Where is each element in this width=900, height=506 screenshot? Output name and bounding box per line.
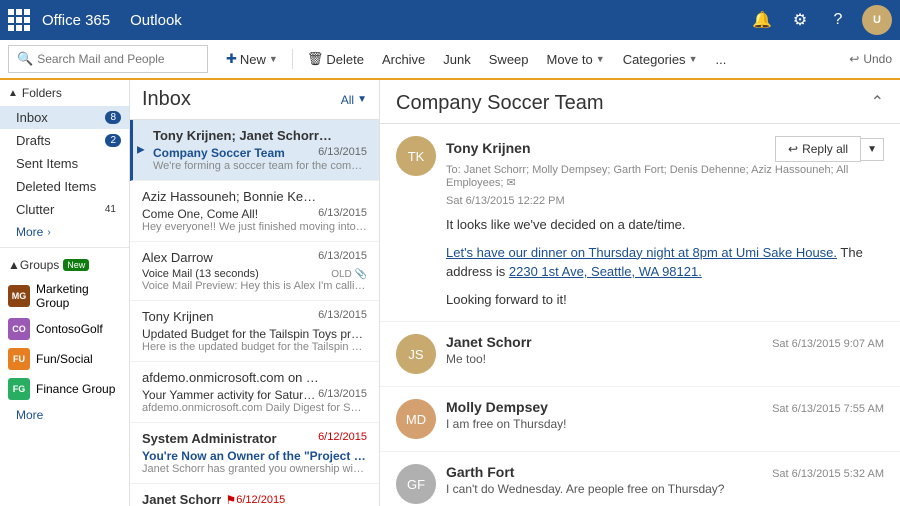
categories-button[interactable]: Categories ▼: [615, 44, 706, 74]
toolbar: 🔍 ✚ New ▼ 🗑 Delete Archive Junk Sweep Mo…: [0, 40, 900, 80]
sidebar-item-drafts[interactable]: Drafts 2: [0, 129, 129, 152]
group-item-contosogolf[interactable]: CO ContosoGolf: [0, 314, 129, 344]
email-arrow-icon: ▶: [137, 145, 145, 156]
sidebar-item-inbox[interactable]: Inbox 8: [0, 106, 129, 129]
main-layout: ▲ Folders Inbox 8 Drafts 2 Sent Items De…: [0, 80, 900, 506]
avatar[interactable]: U: [862, 5, 892, 35]
collapse-icon[interactable]: ⌃: [871, 92, 884, 112]
filter-caret-icon: ▼: [357, 94, 367, 105]
undo-icon: ↩: [849, 52, 859, 66]
reply-all-button[interactable]: ↩ Reply all: [775, 136, 861, 162]
msg-sender-row: Tony Krijnen ↩ Reply all ▼: [446, 136, 884, 162]
new-caret-icon: ▼: [269, 54, 278, 64]
avatar-molly: MD: [396, 399, 436, 439]
email-item[interactable]: afdemo.onmicrosoft.com on Yammer6/13/201…: [130, 362, 379, 423]
toolbar-divider: [292, 49, 293, 69]
reply-btn-area: ↩ Reply all ▼: [775, 136, 884, 162]
delete-button[interactable]: 🗑 Delete: [299, 44, 372, 74]
avatar-tony: TK: [396, 136, 436, 176]
junk-button[interactable]: Junk: [435, 44, 478, 74]
move-to-caret-icon: ▼: [596, 54, 605, 64]
msg-content: Tony Krijnen ↩ Reply all ▼ To: Janet Sch…: [446, 136, 884, 309]
more-chevron-icon: ›: [47, 227, 50, 238]
gear-icon-btn[interactable]: ⚙: [786, 6, 814, 34]
email-items: ▶ Tony Krijnen; Janet Schorr; Molly D...…: [130, 120, 379, 506]
folders-header[interactable]: ▲ Folders: [0, 80, 129, 106]
reading-pane: Company Soccer Team ⌃ TK Tony Krijnen ↩ …: [380, 80, 900, 506]
sidebar-item-clutter[interactable]: Clutter 41: [0, 198, 129, 221]
msg-body: It looks like we've decided on a date/ti…: [446, 215, 884, 309]
search-box[interactable]: 🔍: [8, 45, 208, 73]
flag-icon: ⚑: [225, 493, 236, 506]
move-to-button[interactable]: Move to ▼: [539, 44, 613, 74]
top-bar: Office 365 Outlook 🔔 ⚙ ? U: [0, 0, 900, 40]
sidebar-item-sent[interactable]: Sent Items: [0, 152, 129, 175]
search-icon: 🔍: [17, 51, 33, 67]
address-link[interactable]: 2230 1st Ave, Seattle, WA 98121.: [509, 264, 702, 279]
msg-sender-row: Janet Schorr Sat 6/13/2015 9:07 AM: [446, 334, 884, 350]
top-icons: 🔔 ⚙ ? U: [748, 5, 892, 35]
svg-text:JS: JS: [408, 347, 424, 362]
reading-title: Company Soccer Team: [396, 92, 604, 115]
group-color-mg: MG: [8, 285, 30, 307]
categories-caret-icon: ▼: [689, 54, 698, 64]
sidebar-divider: [0, 247, 129, 248]
sidebar: ▲ Folders Inbox 8 Drafts 2 Sent Items De…: [0, 80, 130, 506]
reading-header: Company Soccer Team ⌃: [380, 80, 900, 124]
product-name: Outlook: [130, 12, 182, 29]
groups-header[interactable]: ▲ Groups New: [0, 252, 129, 278]
msg-sender-row: Molly Dempsey Sat 6/13/2015 7:55 AM: [446, 399, 884, 415]
group-item-finance[interactable]: FG Finance Group: [0, 374, 129, 404]
email-item[interactable]: Alex Darrow6/13/2015 Voice Mail (13 seco…: [130, 242, 379, 301]
undo-button[interactable]: ↩ Undo: [849, 52, 892, 66]
group-color-fg: FG: [8, 378, 30, 400]
email-list-header: Inbox All ▼: [130, 80, 379, 120]
email-item[interactable]: Janet Schorr ⚑ 6/12/2015 Northwind Updat…: [130, 484, 379, 506]
email-item[interactable]: System Administrator6/12/2015 You're Now…: [130, 423, 379, 484]
delete-icon: 🗑: [307, 51, 324, 67]
group-item-funsocial[interactable]: FU Fun/Social: [0, 344, 129, 374]
message-block: GF Garth Fort Sat 6/13/2015 5:32 AM I ca…: [380, 452, 900, 506]
waffle-icon[interactable]: [8, 9, 30, 31]
email-list: Inbox All ▼ ▶ Tony Krijnen; Janet Schorr…: [130, 80, 380, 506]
filter-button[interactable]: All ▼: [341, 93, 367, 107]
msg-sender-row: Garth Fort Sat 6/13/2015 5:32 AM: [446, 464, 884, 480]
bell-icon-btn[interactable]: 🔔: [748, 6, 776, 34]
message-block: MD Molly Dempsey Sat 6/13/2015 7:55 AM I…: [380, 387, 900, 452]
msg-content: Molly Dempsey Sat 6/13/2015 7:55 AM I am…: [446, 399, 884, 439]
svg-text:MD: MD: [406, 412, 426, 427]
more-options-button[interactable]: ...: [707, 44, 734, 74]
email-item[interactable]: Tony Krijnen6/13/2015 Updated Budget for…: [130, 301, 379, 362]
sweep-button[interactable]: Sweep: [481, 44, 537, 74]
sidebar-item-deleted[interactable]: Deleted Items: [0, 175, 129, 198]
archive-button[interactable]: Archive: [374, 44, 433, 74]
new-icon: ✚: [226, 51, 237, 67]
message-block: TK Tony Krijnen ↩ Reply all ▼ To:: [380, 124, 900, 322]
group-item-marketing[interactable]: MG Marketing Group: [0, 278, 129, 314]
email-item[interactable]: ▶ Tony Krijnen; Janet Schorr; Molly D...…: [130, 120, 379, 181]
reply-icon: ↩: [788, 142, 798, 156]
folders-chevron-icon: ▲: [8, 88, 18, 99]
search-input[interactable]: [37, 52, 199, 66]
new-button[interactable]: ✚ New ▼: [218, 44, 286, 74]
svg-text:GF: GF: [407, 477, 425, 492]
group-color-fu: FU: [8, 348, 30, 370]
groups-more-link[interactable]: More: [0, 404, 129, 426]
reply-caret-button[interactable]: ▼: [861, 138, 884, 161]
help-icon-btn[interactable]: ?: [824, 6, 852, 34]
message-block: JS Janet Schorr Sat 6/13/2015 9:07 AM Me…: [380, 322, 900, 387]
avatar-garth: GF: [396, 464, 436, 504]
group-color-co: CO: [8, 318, 30, 340]
msg-content: Janet Schorr Sat 6/13/2015 9:07 AM Me to…: [446, 334, 884, 374]
app-name: Office 365: [42, 12, 110, 29]
avatar-janet: JS: [396, 334, 436, 374]
dinner-link[interactable]: Let's have our dinner on Thursday night …: [446, 245, 837, 260]
svg-text:TK: TK: [408, 149, 425, 164]
folders-more-link[interactable]: More ›: [0, 221, 129, 243]
msg-content: Garth Fort Sat 6/13/2015 5:32 AM I can't…: [446, 464, 884, 504]
email-item[interactable]: Aziz Hassouneh; Bonnie Kearney; D...6/13…: [130, 181, 379, 242]
old-badge: OLD 📎: [331, 269, 367, 280]
reply-caret-icon: ▼: [867, 144, 877, 155]
groups-chevron-icon: ▲: [8, 258, 20, 272]
